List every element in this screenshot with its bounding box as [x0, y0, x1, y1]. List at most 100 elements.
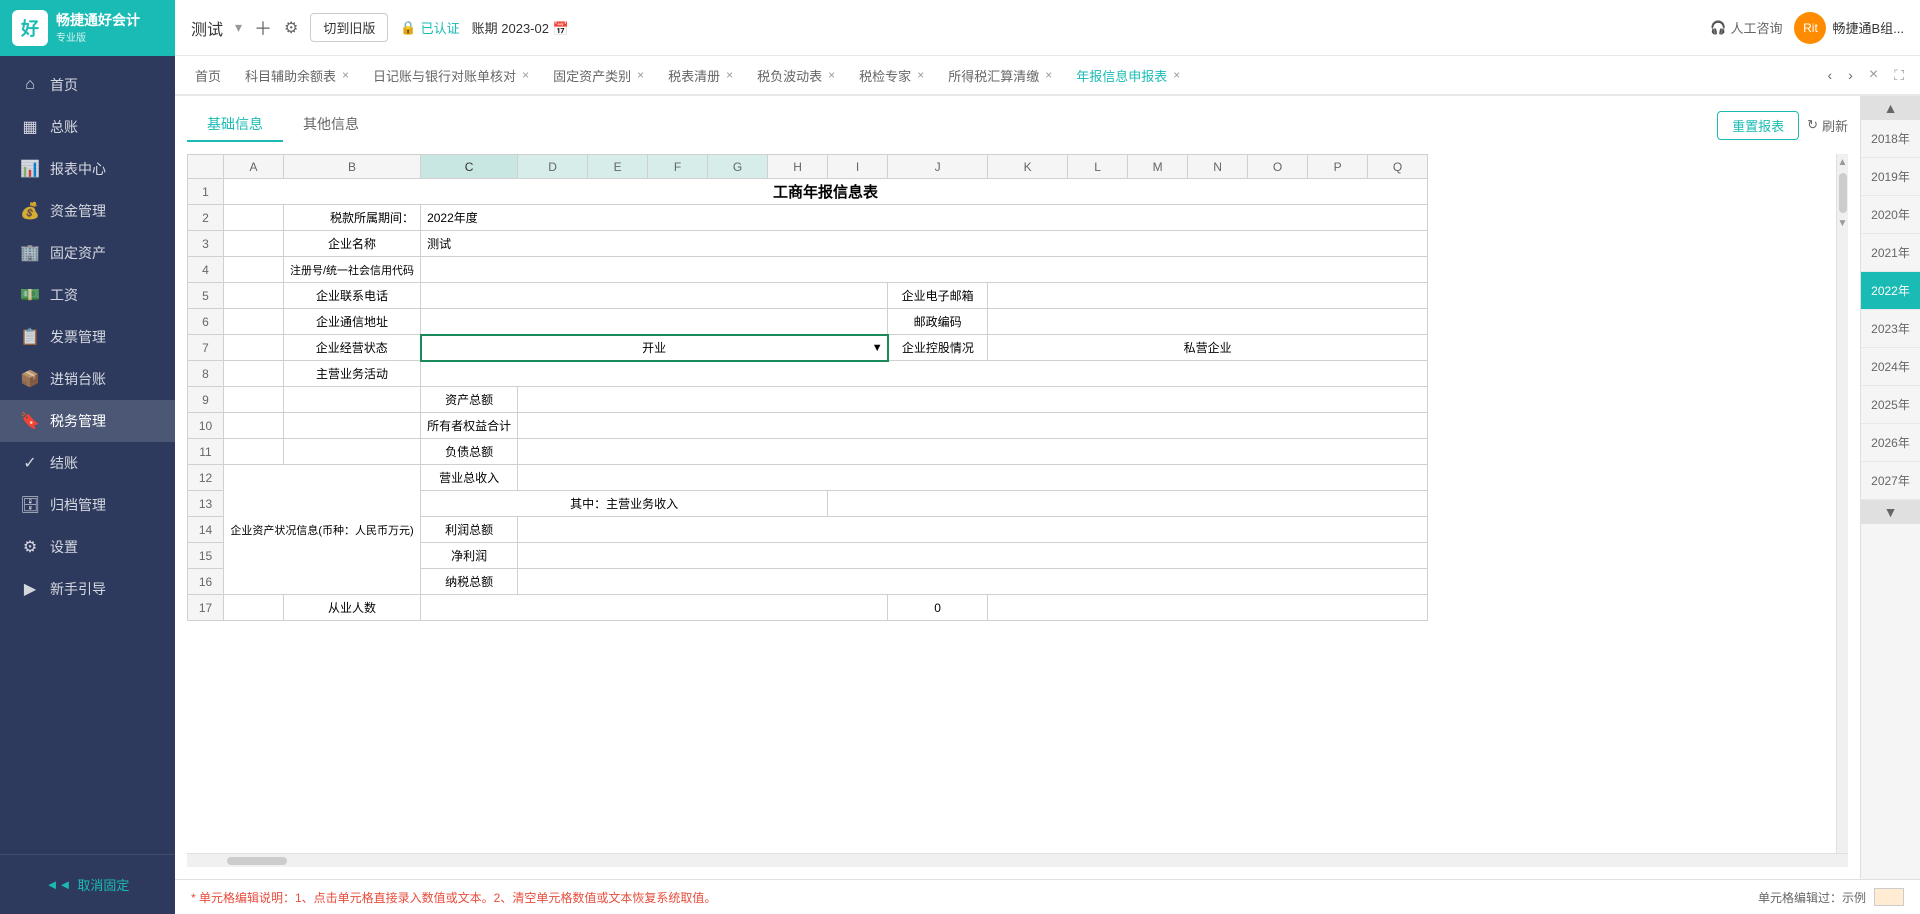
year-item-2025[interactable]: 2025年: [1861, 386, 1920, 424]
cell-B11[interactable]: [284, 439, 421, 465]
year-item-2023[interactable]: 2023年: [1861, 310, 1920, 348]
calendar-icon[interactable]: 📅: [553, 21, 569, 36]
cell-B5[interactable]: 企业联系电话: [284, 283, 421, 309]
add-tab-btn[interactable]: ＋: [254, 15, 272, 41]
sidebar-logo[interactable]: 好 畅捷通好会计 专业版: [0, 0, 175, 56]
year-item-2018[interactable]: 2018年: [1861, 120, 1920, 158]
sidebar-item-guide[interactable]: ▶新手引导: [0, 568, 175, 610]
scroll-up-btn[interactable]: ▲: [1835, 154, 1848, 171]
cell-B17[interactable]: 从业人数: [284, 595, 421, 621]
sidebar-item-home[interactable]: ⌂首页: [0, 64, 175, 106]
cell-A[interactable]: [224, 335, 284, 361]
cell-A[interactable]: [224, 205, 284, 231]
tab-close-icon[interactable]: ×: [828, 68, 835, 82]
cell-B10[interactable]: [284, 413, 421, 439]
hscroll-thumb[interactable]: [227, 857, 287, 865]
cell-J7[interactable]: 企业控股情况: [888, 335, 988, 361]
vertical-scrollbar[interactable]: ▲ ▼: [1836, 154, 1848, 853]
cell-D13-main-revenue[interactable]: 其中：主营业务收入: [421, 491, 828, 517]
year-item-2021[interactable]: 2021年: [1861, 234, 1920, 272]
cell-C10[interactable]: 所有者权益合计: [421, 413, 518, 439]
sub-tab-other[interactable]: 其他信息: [283, 108, 379, 142]
year-scroll-up-btn[interactable]: ▲: [1861, 96, 1920, 120]
cell-C4[interactable]: [421, 257, 1428, 283]
service-btn[interactable]: 🎧 人工咨询: [1710, 18, 1782, 37]
tab-tax_expert[interactable]: 税检专家×: [847, 56, 936, 96]
cell-A[interactable]: [224, 309, 284, 335]
cell-A[interactable]: [224, 257, 284, 283]
switch-version-btn[interactable]: 切到旧版: [310, 13, 388, 42]
cell-D9-Q9[interactable]: [518, 387, 1428, 413]
tab-close-icon[interactable]: ×: [342, 68, 349, 82]
tab-close-icon[interactable]: ×: [917, 68, 924, 82]
cell-D14-Q14[interactable]: [518, 517, 1428, 543]
scroll-thumb[interactable]: [1839, 173, 1847, 213]
cell-K17-Q17[interactable]: [988, 595, 1428, 621]
cell-D10-Q10[interactable]: [518, 413, 1428, 439]
cell-J6[interactable]: 邮政编码: [888, 309, 988, 335]
cell-A[interactable]: [224, 361, 284, 387]
sidebar-item-report[interactable]: 📊报表中心: [0, 148, 175, 190]
sidebar-item-inventory[interactable]: 📦进销台账: [0, 358, 175, 400]
sidebar-item-invoice[interactable]: 📋发票管理: [0, 316, 175, 358]
cell-C12[interactable]: 营业总收入: [421, 465, 518, 491]
dropdown-arrow-icon[interactable]: ▾: [235, 19, 242, 36]
tab-auxiliary[interactable]: 科目辅助余额表×: [233, 56, 361, 96]
year-item-2022[interactable]: 2022年: [1861, 272, 1920, 310]
cell-C2[interactable]: 2022年度: [421, 205, 1428, 231]
cell-B9[interactable]: [284, 387, 421, 413]
sidebar-item-assets[interactable]: 🏢固定资产: [0, 232, 175, 274]
cell-B4[interactable]: 注册号/统一社会信用代码: [284, 257, 421, 283]
tab-next-btn[interactable]: ›: [1840, 63, 1861, 87]
expand-tab-btn[interactable]: ⛶: [1886, 63, 1912, 88]
cell-C17-I17[interactable]: [421, 595, 888, 621]
cell-C5-I5[interactable]: [421, 283, 888, 309]
sidebar-collapse-btn[interactable]: ◄◄ 取消固定: [0, 865, 175, 904]
cell-A[interactable]: [224, 387, 284, 413]
tab-fixed[interactable]: 固定资产类别×: [541, 56, 656, 96]
sidebar-item-payroll[interactable]: 💵工资: [0, 274, 175, 316]
cell-C9[interactable]: 资产总额: [421, 387, 518, 413]
year-scroll-down-btn[interactable]: ▼: [1861, 500, 1920, 524]
sidebar-item-tax[interactable]: 🔖税务管理: [0, 400, 175, 442]
sheet-scroll-area[interactable]: ABCDEFGHIJKLMNOPQ1工商年报信息表2税款所属期间：2022年度3…: [187, 154, 1836, 853]
cell-K6-Q6[interactable]: [988, 309, 1428, 335]
close-all-tabs-btn[interactable]: ×: [1861, 62, 1886, 88]
year-item-2024[interactable]: 2024年: [1861, 348, 1920, 386]
cell-C3[interactable]: 测试: [421, 231, 1428, 257]
year-item-2019[interactable]: 2019年: [1861, 158, 1920, 196]
reset-report-btn[interactable]: 重置报表: [1717, 111, 1799, 140]
sidebar-item-closing[interactable]: ✓结账: [0, 442, 175, 484]
cell-C16[interactable]: 纳税总额: [421, 569, 518, 595]
tab-close-icon[interactable]: ×: [637, 68, 644, 82]
dropdown-arrow[interactable]: ▼: [872, 342, 883, 354]
cell-A[interactable]: [224, 231, 284, 257]
cell-C7-dropdown[interactable]: 开业▼: [421, 335, 888, 361]
cell-A[interactable]: [224, 413, 284, 439]
user-menu[interactable]: Rit 畅捷通B组...: [1794, 12, 1904, 44]
tab-annual_report[interactable]: 年报信息申报表×: [1064, 56, 1192, 96]
cell-J17[interactable]: 0: [888, 595, 988, 621]
scroll-down-btn[interactable]: ▼: [1835, 215, 1848, 232]
cell-D12-Q12[interactable]: [518, 465, 1428, 491]
sidebar-item-settings[interactable]: ⚙设置: [0, 526, 175, 568]
cell-A[interactable]: [224, 439, 284, 465]
cell-C14[interactable]: 利润总额: [421, 517, 518, 543]
year-item-2027[interactable]: 2027年: [1861, 462, 1920, 500]
sidebar-item-ledger[interactable]: ▦总账: [0, 106, 175, 148]
year-item-2026[interactable]: 2026年: [1861, 424, 1920, 462]
sub-tab-basic[interactable]: 基础信息: [187, 108, 283, 142]
refresh-btn[interactable]: ↻ 刷新: [1807, 111, 1848, 140]
tab-journal[interactable]: 日记账与银行对账单核对×: [361, 56, 541, 96]
tab-income_tax[interactable]: 所得税汇算清缴×: [936, 56, 1064, 96]
sidebar-item-archive[interactable]: 🗄归档管理: [0, 484, 175, 526]
cell-C15[interactable]: 净利润: [421, 543, 518, 569]
cell-K7-Q7[interactable]: 私营企业: [988, 335, 1428, 361]
cell-B3[interactable]: 企业名称: [284, 231, 421, 257]
cell-A[interactable]: [224, 595, 284, 621]
cell-A[interactable]: [224, 283, 284, 309]
horizontal-scrollbar[interactable]: [187, 853, 1848, 867]
cell-J5[interactable]: 企业电子邮箱: [888, 283, 988, 309]
sidebar-item-funds[interactable]: 💰资金管理: [0, 190, 175, 232]
tab-close-icon[interactable]: ×: [726, 68, 733, 82]
